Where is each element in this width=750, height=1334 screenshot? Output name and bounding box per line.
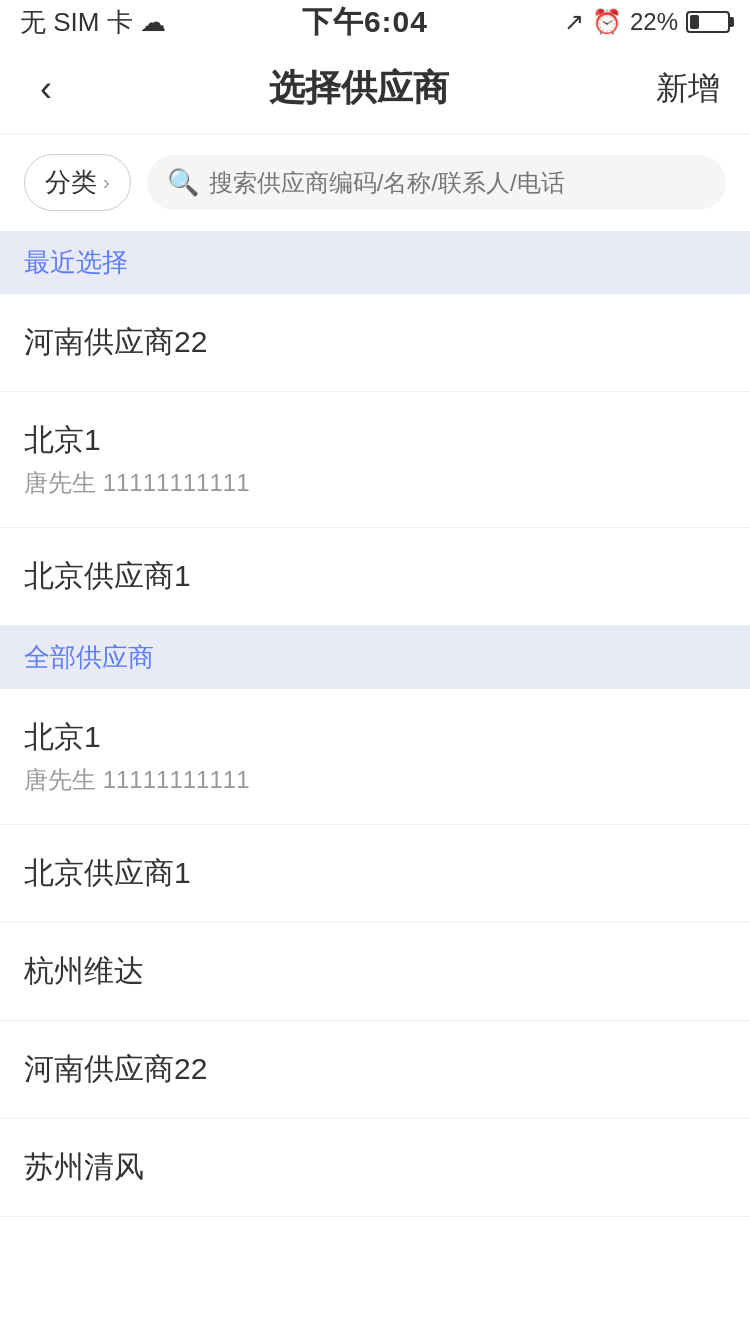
list-item[interactable]: 河南供应商22 <box>0 294 750 392</box>
list-item[interactable]: 北京供应商1 <box>0 825 750 923</box>
alarm-icon: ⏰ <box>592 8 622 36</box>
list-item[interactable]: 北京1 唐先生 11111111111 <box>0 689 750 825</box>
battery-icon <box>686 11 730 33</box>
item-name: 北京1 <box>24 420 726 461</box>
item-name: 北京供应商1 <box>24 556 726 597</box>
list-item[interactable]: 苏州清风 <box>0 1119 750 1217</box>
chevron-right-icon: › <box>103 171 110 194</box>
category-label: 分类 <box>45 165 97 200</box>
item-name: 北京供应商1 <box>24 853 726 894</box>
search-icon: 🔍 <box>167 167 199 198</box>
back-button[interactable]: ‹ <box>30 58 62 120</box>
item-name: 苏州清风 <box>24 1147 726 1188</box>
sections-container: 最近选择河南供应商22 北京1 唐先生 11111111111 北京供应商1 全部供应商… <box>0 231 750 1217</box>
item-sub: 唐先生 11111111111 <box>24 467 726 499</box>
status-time: 下午6:04 <box>302 2 428 43</box>
list-item[interactable]: 杭州维达 <box>0 923 750 1021</box>
page-title: 选择供应商 <box>269 64 449 113</box>
item-sub: 唐先生 11111111111 <box>24 764 726 796</box>
location-icon: ↗ <box>564 8 584 36</box>
list-item[interactable]: 北京1 唐先生 11111111111 <box>0 392 750 528</box>
category-button[interactable]: 分类 › <box>24 154 131 211</box>
list-item[interactable]: 河南供应商22 <box>0 1021 750 1119</box>
sim-status: 无 SIM 卡 ☁ <box>20 5 166 40</box>
search-input[interactable] <box>209 169 706 197</box>
add-button[interactable]: 新增 <box>656 67 720 111</box>
search-area: 分类 › 🔍 <box>0 134 750 231</box>
nav-bar: ‹ 选择供应商 新增 <box>0 44 750 134</box>
search-box[interactable]: 🔍 <box>147 155 726 210</box>
section-header-all: 全部供应商 <box>0 626 750 689</box>
item-name: 杭州维达 <box>24 951 726 992</box>
battery-percent: 22% <box>630 8 678 36</box>
status-left: 无 SIM 卡 ☁ <box>20 5 166 40</box>
list-item[interactable]: 北京供应商1 <box>0 528 750 626</box>
item-name: 北京1 <box>24 717 726 758</box>
status-bar: 无 SIM 卡 ☁ 下午6:04 ↗ ⏰ 22% <box>0 0 750 44</box>
status-right: ↗ ⏰ 22% <box>564 8 730 36</box>
section-header-recent: 最近选择 <box>0 231 750 294</box>
item-name: 河南供应商22 <box>24 322 726 363</box>
item-name: 河南供应商22 <box>24 1049 726 1090</box>
